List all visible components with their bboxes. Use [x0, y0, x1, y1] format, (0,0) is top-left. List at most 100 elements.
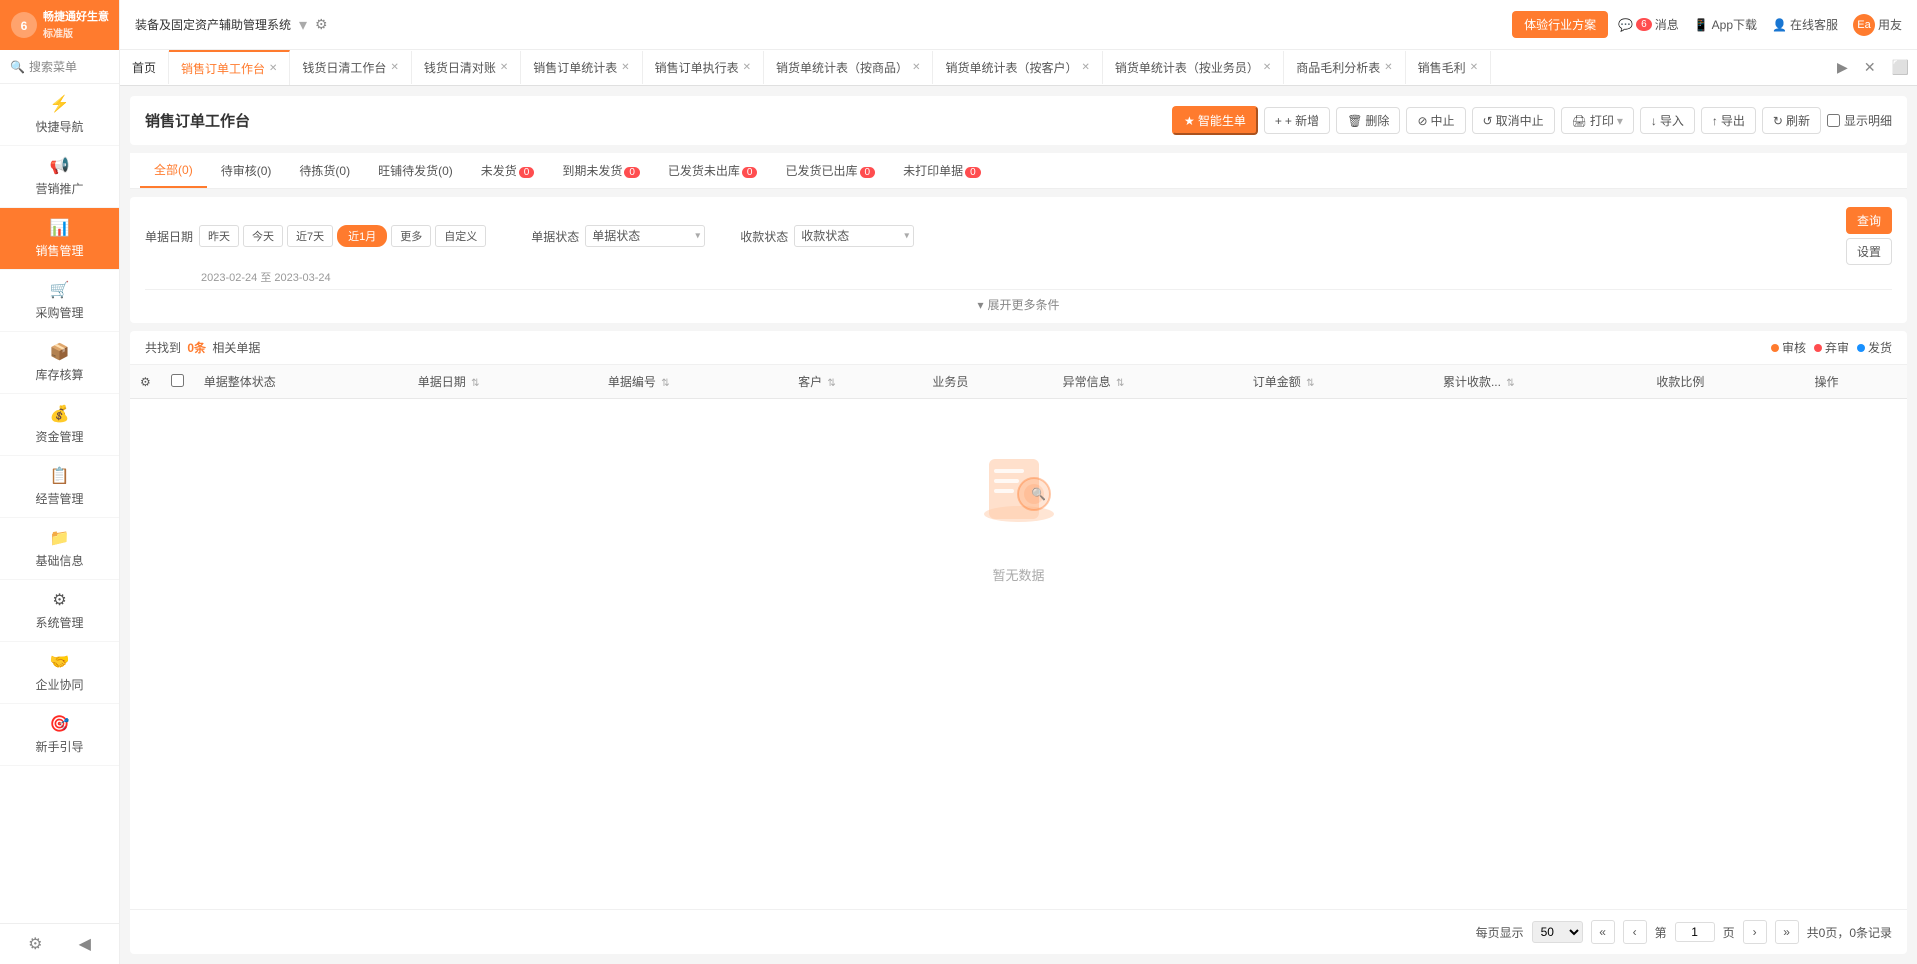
- page-input[interactable]: [1675, 922, 1715, 942]
- col-settings[interactable]: ⚙: [130, 365, 161, 399]
- print-button[interactable]: 🖨 打印 ▾: [1561, 107, 1634, 134]
- payment-filter: 收款状态 收款状态: [740, 225, 914, 247]
- sub-tab-pending-review[interactable]: 待审核(0): [207, 154, 286, 187]
- tab-sales-exec[interactable]: 销售订单执行表 ✕: [643, 51, 764, 84]
- purchase-icon: 🛒: [50, 280, 70, 300]
- export-button[interactable]: ↑ 导出: [1701, 107, 1756, 134]
- select-all-checkbox[interactable]: [171, 374, 184, 387]
- refresh-button[interactable]: ↻ 刷新: [1762, 107, 1821, 134]
- dropdown-arrow-icon[interactable]: ▾: [299, 15, 307, 35]
- col-amount[interactable]: 订单金额 ⇅: [1243, 365, 1433, 399]
- tab-cash-goods[interactable]: 钱货日清工作台 ✕: [290, 51, 411, 84]
- payment-select[interactable]: 收款状态: [794, 225, 914, 247]
- sidebar-item-operation[interactable]: 📋 经营管理: [0, 456, 119, 518]
- sidebar-item-collab[interactable]: 🤝 企业协同: [0, 642, 119, 704]
- sub-tab-wangpu[interactable]: 旺铺待发货(0): [364, 154, 467, 187]
- sidebar-item-inventory[interactable]: 📦 库存核算: [0, 332, 119, 394]
- sub-tab-shipped-out[interactable]: 已发货已出库0: [771, 154, 889, 187]
- next-page-button[interactable]: ›: [1743, 920, 1767, 944]
- tab-profit-analysis[interactable]: 商品毛利分析表 ✕: [1284, 51, 1405, 84]
- tab-maximize-icon[interactable]: ⬜: [1884, 59, 1917, 76]
- yesterday-btn[interactable]: 昨天: [199, 225, 239, 247]
- sub-tab-pending-pick[interactable]: 待拣货(0): [285, 154, 364, 187]
- smart-generate-button[interactable]: ★ 智能生单: [1172, 106, 1258, 135]
- online-service-action[interactable]: 👤 在线客服: [1772, 16, 1838, 33]
- tab-profit-analysis-close[interactable]: ✕: [1384, 62, 1392, 73]
- tab-salesman-stats[interactable]: 销货单统计表（按业务员） ✕: [1103, 51, 1284, 84]
- tab-sales-stats-close[interactable]: ✕: [621, 62, 629, 73]
- 7days-btn[interactable]: 近7天: [287, 225, 333, 247]
- sidebar-item-system[interactable]: ⚙ 系统管理: [0, 580, 119, 642]
- tab-cash-reconcile[interactable]: 钱货日清对账 ✕: [412, 51, 521, 84]
- prev-page-button[interactable]: ‹: [1623, 920, 1647, 944]
- tab-salesman-stats-close[interactable]: ✕: [1263, 62, 1271, 73]
- collapse-icon[interactable]: ◀: [79, 934, 91, 954]
- header-gear-icon[interactable]: ⚙: [315, 16, 328, 33]
- message-action[interactable]: 💬 6 消息: [1618, 16, 1679, 33]
- tab-goods-stats-close[interactable]: ✕: [912, 62, 920, 73]
- tab-sales-order-close[interactable]: ✕: [269, 63, 277, 74]
- status-select[interactable]: 单据状态: [585, 225, 705, 247]
- first-page-button[interactable]: «: [1591, 920, 1615, 944]
- col-collected[interactable]: 累计收款... ⇅: [1433, 365, 1646, 399]
- tab-sales-stats[interactable]: 销售订单统计表 ✕: [521, 51, 642, 84]
- sub-tab-shipped-not-out[interactable]: 已发货未出库0: [654, 154, 772, 187]
- import-button[interactable]: ↓ 导入: [1640, 107, 1695, 134]
- more-btn[interactable]: 更多: [391, 225, 431, 247]
- show-detail-checkbox[interactable]: [1827, 114, 1840, 127]
- today-btn[interactable]: 今天: [243, 225, 283, 247]
- trial-button[interactable]: 体验行业方案: [1512, 11, 1608, 38]
- cancel-stop-button[interactable]: ↺ 取消中止: [1472, 107, 1555, 134]
- last-page-button[interactable]: »: [1775, 920, 1799, 944]
- ship-action[interactable]: 发货: [1857, 339, 1892, 356]
- sidebar-item-purchase[interactable]: 🛒 采购管理: [0, 270, 119, 332]
- app-download-action[interactable]: 📱 App下载: [1694, 16, 1757, 33]
- add-button[interactable]: + + 新增: [1264, 107, 1330, 134]
- col-customer[interactable]: 客户 ⇅: [788, 365, 922, 399]
- tab-goods-stats[interactable]: 销货单统计表（按商品） ✕: [764, 51, 933, 84]
- col-number[interactable]: 单据编号 ⇅: [598, 365, 788, 399]
- sub-tab-all[interactable]: 全部(0): [140, 153, 207, 188]
- sidebar-item-guide[interactable]: 🎯 新手引导: [0, 704, 119, 766]
- user-action[interactable]: Ea 用友: [1853, 14, 1902, 36]
- tab-home[interactable]: 首页: [120, 51, 169, 84]
- sidebar-item-marketing[interactable]: 📢 营销推广: [0, 146, 119, 208]
- page-size-select[interactable]: 50 10 20 100: [1532, 921, 1583, 943]
- tab-customer-stats-close[interactable]: ✕: [1081, 62, 1089, 73]
- delete-button[interactable]: 🗑 删除: [1336, 107, 1400, 134]
- tab-cash-reconcile-close[interactable]: ✕: [500, 62, 508, 73]
- settings-icon[interactable]: ⚙: [28, 934, 42, 954]
- empty-state: 🔍 暂无数据: [130, 399, 1907, 624]
- reject-action[interactable]: 弃审: [1814, 339, 1849, 356]
- sidebar-item-quick-nav[interactable]: ⚡ 快捷导航: [0, 84, 119, 146]
- tab-sales-order[interactable]: 销售订单工作台 ✕: [169, 50, 290, 85]
- settings-button[interactable]: 设置: [1846, 238, 1892, 265]
- col-salesman[interactable]: 业务员: [922, 365, 1052, 399]
- tab-scroll-right-icon[interactable]: ▶: [1829, 59, 1856, 76]
- stop-button[interactable]: ⊘ 中止: [1406, 107, 1465, 134]
- tab-close-all-icon[interactable]: ✕: [1856, 59, 1884, 76]
- reject-dot: [1814, 344, 1822, 352]
- query-button[interactable]: 查询: [1846, 207, 1892, 234]
- col-date[interactable]: 单据日期 ⇅: [408, 365, 598, 399]
- tab-sales-profit-close[interactable]: ✕: [1470, 62, 1478, 73]
- tab-customer-stats[interactable]: 销货单统计表（按客户） ✕: [933, 51, 1102, 84]
- sub-tab-overdue-not-shipped[interactable]: 到期未发货0: [548, 154, 654, 187]
- expand-conditions-button[interactable]: ▾ 展开更多条件: [145, 289, 1892, 313]
- col-abnormal[interactable]: 异常信息 ⇅: [1053, 365, 1243, 399]
- tab-sales-profit[interactable]: 销售毛利 ✕: [1406, 51, 1491, 84]
- sidebar-item-finance[interactable]: 💰 资金管理: [0, 394, 119, 456]
- show-detail-checkbox-wrap[interactable]: 显示明细: [1827, 112, 1892, 129]
- tab-sales-exec-close[interactable]: ✕: [743, 62, 751, 73]
- approve-action[interactable]: 审核: [1771, 339, 1806, 356]
- table-scroll[interactable]: ⚙ 单据整体状态 单据日期 ⇅: [130, 365, 1907, 909]
- sub-tab-not-shipped[interactable]: 未发货0: [467, 154, 549, 187]
- print-icon: 🖨: [1572, 114, 1587, 128]
- sidebar-item-basic[interactable]: 📁 基础信息: [0, 518, 119, 580]
- sub-tab-not-printed[interactable]: 未打印单据0: [889, 154, 995, 187]
- tab-cash-goods-close[interactable]: ✕: [390, 62, 398, 73]
- sidebar-search-item[interactable]: 🔍 搜索菜单: [0, 50, 119, 84]
- 1month-btn[interactable]: 近1月: [337, 225, 387, 247]
- sidebar-item-sales[interactable]: 📊 销售管理: [0, 208, 119, 270]
- custom-btn[interactable]: 自定义: [435, 225, 486, 247]
